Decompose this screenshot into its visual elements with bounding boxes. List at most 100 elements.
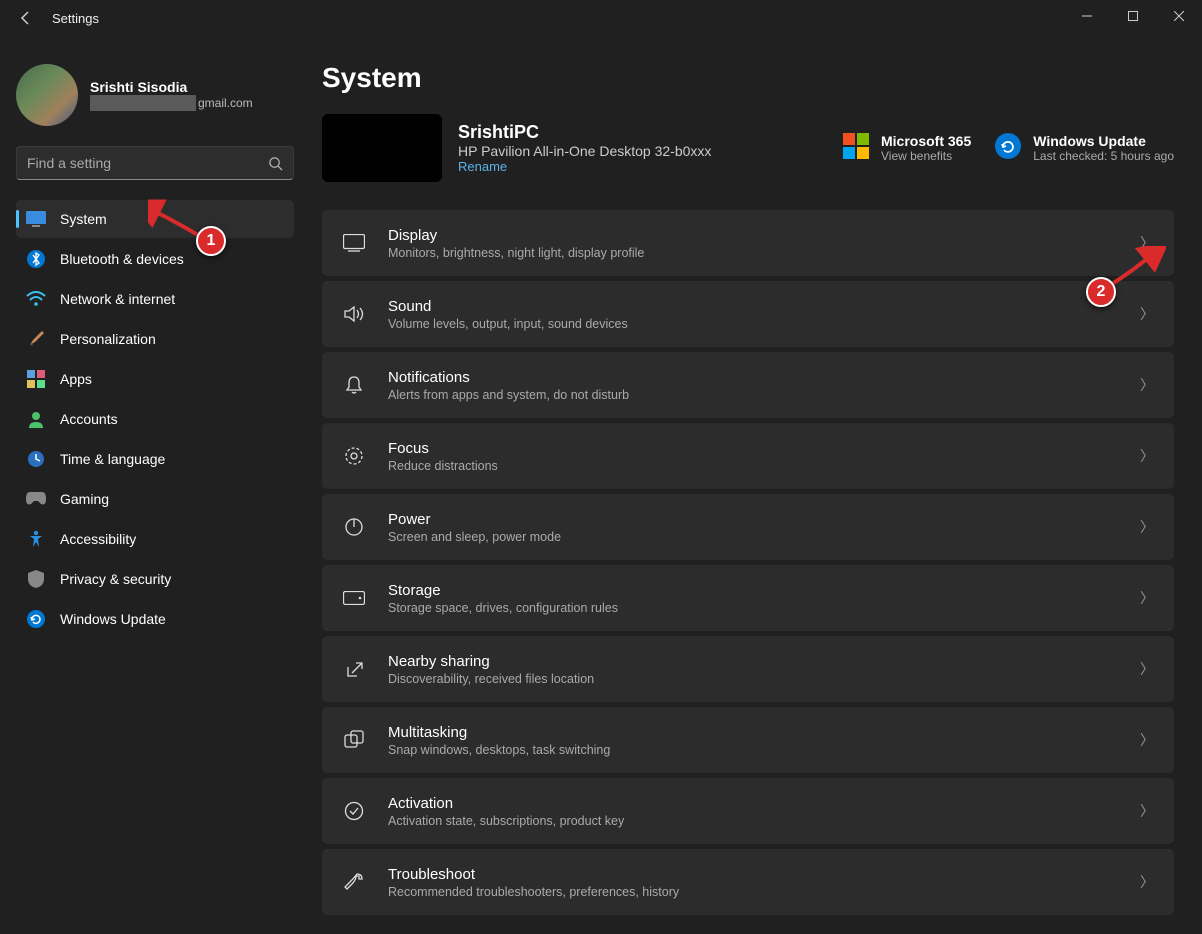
item-title: Display <box>388 227 1140 244</box>
person-icon <box>26 409 46 429</box>
nav-item-update[interactable]: Windows Update <box>16 600 294 638</box>
minimize-button[interactable] <box>1064 0 1110 32</box>
settings-item-display[interactable]: Display Monitors, brightness, night light… <box>322 210 1174 276</box>
item-sub: Screen and sleep, power mode <box>388 530 1140 544</box>
nav-item-bluetooth[interactable]: Bluetooth & devices <box>16 240 294 278</box>
focus-icon <box>342 444 366 468</box>
profile-card[interactable]: Srishti Sisodia gmail.com <box>16 64 294 126</box>
check-circle-icon <box>342 799 366 823</box>
device-model: HP Pavilion All-in-One Desktop 32-b0xxx <box>458 143 827 159</box>
nav-label: Time & language <box>60 451 165 467</box>
item-sub: Snap windows, desktops, task switching <box>388 743 1140 757</box>
settings-item-multitasking[interactable]: Multitasking Snap windows, desktops, task… <box>322 707 1174 773</box>
nav-label: Personalization <box>60 331 156 347</box>
nav-item-privacy[interactable]: Privacy & security <box>16 560 294 598</box>
item-title: Nearby sharing <box>388 653 1140 670</box>
search-input[interactable] <box>27 155 268 171</box>
wifi-icon <box>26 289 46 309</box>
settings-item-troubleshoot[interactable]: Troubleshoot Recommended troubleshooters,… <box>322 849 1174 915</box>
accessibility-icon <box>26 529 46 549</box>
item-title: Troubleshoot <box>388 866 1140 883</box>
rename-link[interactable]: Rename <box>458 159 827 174</box>
chevron-right-icon: 〉 <box>1140 588 1154 608</box>
item-title: Notifications <box>388 369 1140 386</box>
item-sub: Activation state, subscriptions, product… <box>388 814 1140 828</box>
item-sub: Volume levels, output, input, sound devi… <box>388 317 1140 331</box>
chevron-right-icon: 〉 <box>1140 517 1154 537</box>
nav-label: Apps <box>60 371 92 387</box>
update-icon <box>26 609 46 629</box>
nav-label: Privacy & security <box>60 571 171 587</box>
nav-item-network[interactable]: Network & internet <box>16 280 294 318</box>
nav-item-apps[interactable]: Apps <box>16 360 294 398</box>
ms365-sub: View benefits <box>881 149 971 163</box>
chevron-right-icon: 〉 <box>1140 872 1154 892</box>
back-button[interactable] <box>18 10 42 26</box>
microsoft-365-icon <box>843 133 869 159</box>
settings-item-power[interactable]: Power Screen and sleep, power mode 〉 <box>322 494 1174 560</box>
brush-icon <box>26 329 46 349</box>
nav-item-accounts[interactable]: Accounts <box>16 400 294 438</box>
annotation-badge-2: 2 <box>1086 277 1116 307</box>
main-content: System SrishtiPC HP Pavilion All-in-One … <box>310 36 1202 934</box>
item-sub: Discoverability, received files location <box>388 672 1140 686</box>
windows-update-card[interactable]: Windows Update Last checked: 5 hours ago <box>995 133 1174 163</box>
clock-icon <box>26 449 46 469</box>
item-title: Sound <box>388 298 1140 315</box>
close-button[interactable] <box>1156 0 1202 32</box>
device-info: SrishtiPC HP Pavilion All-in-One Desktop… <box>458 122 827 174</box>
window-title: Settings <box>52 11 99 26</box>
nav-label: Gaming <box>60 491 109 507</box>
bluetooth-icon <box>26 249 46 269</box>
microsoft-365-card[interactable]: Microsoft 365 View benefits <box>843 133 971 163</box>
shield-icon <box>26 569 46 589</box>
settings-item-sound[interactable]: Sound Volume levels, output, input, sound… <box>322 281 1174 347</box>
item-title: Activation <box>388 795 1140 812</box>
settings-item-focus[interactable]: FocusReduce distractions 〉 <box>322 423 1174 489</box>
nav-item-accessibility[interactable]: Accessibility <box>16 520 294 558</box>
title-bar: Settings <box>0 0 1202 36</box>
search-icon <box>268 156 283 171</box>
page-title: System <box>322 62 1174 94</box>
item-sub: Alerts from apps and system, do not dist… <box>388 388 1140 402</box>
device-hero: SrishtiPC HP Pavilion All-in-One Desktop… <box>322 114 1174 182</box>
settings-item-activation[interactable]: Activation Activation state, subscription… <box>322 778 1174 844</box>
multitask-icon <box>342 728 366 752</box>
wu-title: Windows Update <box>1033 133 1174 149</box>
nav-item-personalization[interactable]: Personalization <box>16 320 294 358</box>
nav-label: Windows Update <box>60 611 166 627</box>
item-title: Focus <box>388 440 1140 457</box>
device-name: SrishtiPC <box>458 122 827 143</box>
chevron-right-icon: 〉 <box>1140 659 1154 679</box>
nav-label: System <box>60 211 107 227</box>
sound-icon <box>342 302 366 326</box>
profile-email: gmail.com <box>90 95 253 111</box>
settings-list: Display Monitors, brightness, night light… <box>322 210 1174 915</box>
ms365-title: Microsoft 365 <box>881 133 971 149</box>
share-icon <box>342 657 366 681</box>
nav-list: System Bluetooth & devices Network & int… <box>16 200 294 638</box>
nav-item-gaming[interactable]: Gaming <box>16 480 294 518</box>
nav-item-time[interactable]: Time & language <box>16 440 294 478</box>
settings-item-nearby[interactable]: Nearby sharing Discoverability, received … <box>322 636 1174 702</box>
chevron-right-icon: 〉 <box>1140 801 1154 821</box>
item-sub: Monitors, brightness, night light, displ… <box>388 246 1140 260</box>
display-icon <box>342 231 366 255</box>
chevron-right-icon: 〉 <box>1140 446 1154 466</box>
chevron-right-icon: 〉 <box>1140 233 1154 253</box>
system-icon <box>26 209 46 229</box>
chevron-right-icon: 〉 <box>1140 304 1154 324</box>
nav-item-system[interactable]: System <box>16 200 294 238</box>
settings-item-notifications[interactable]: Notifications Alerts from apps and system… <box>322 352 1174 418</box>
power-icon <box>342 515 366 539</box>
maximize-button[interactable] <box>1110 0 1156 32</box>
apps-icon <box>26 369 46 389</box>
item-title: Multitasking <box>388 724 1140 741</box>
chevron-right-icon: 〉 <box>1140 375 1154 395</box>
item-title: Power <box>388 511 1140 528</box>
item-sub: Recommended troubleshooters, preferences… <box>388 885 1140 899</box>
nav-label: Accounts <box>60 411 118 427</box>
settings-item-storage[interactable]: StorageStorage space, drives, configurat… <box>322 565 1174 631</box>
sidebar: Srishti Sisodia gmail.com System Bluetoo… <box>0 36 310 934</box>
search-box[interactable] <box>16 146 294 180</box>
